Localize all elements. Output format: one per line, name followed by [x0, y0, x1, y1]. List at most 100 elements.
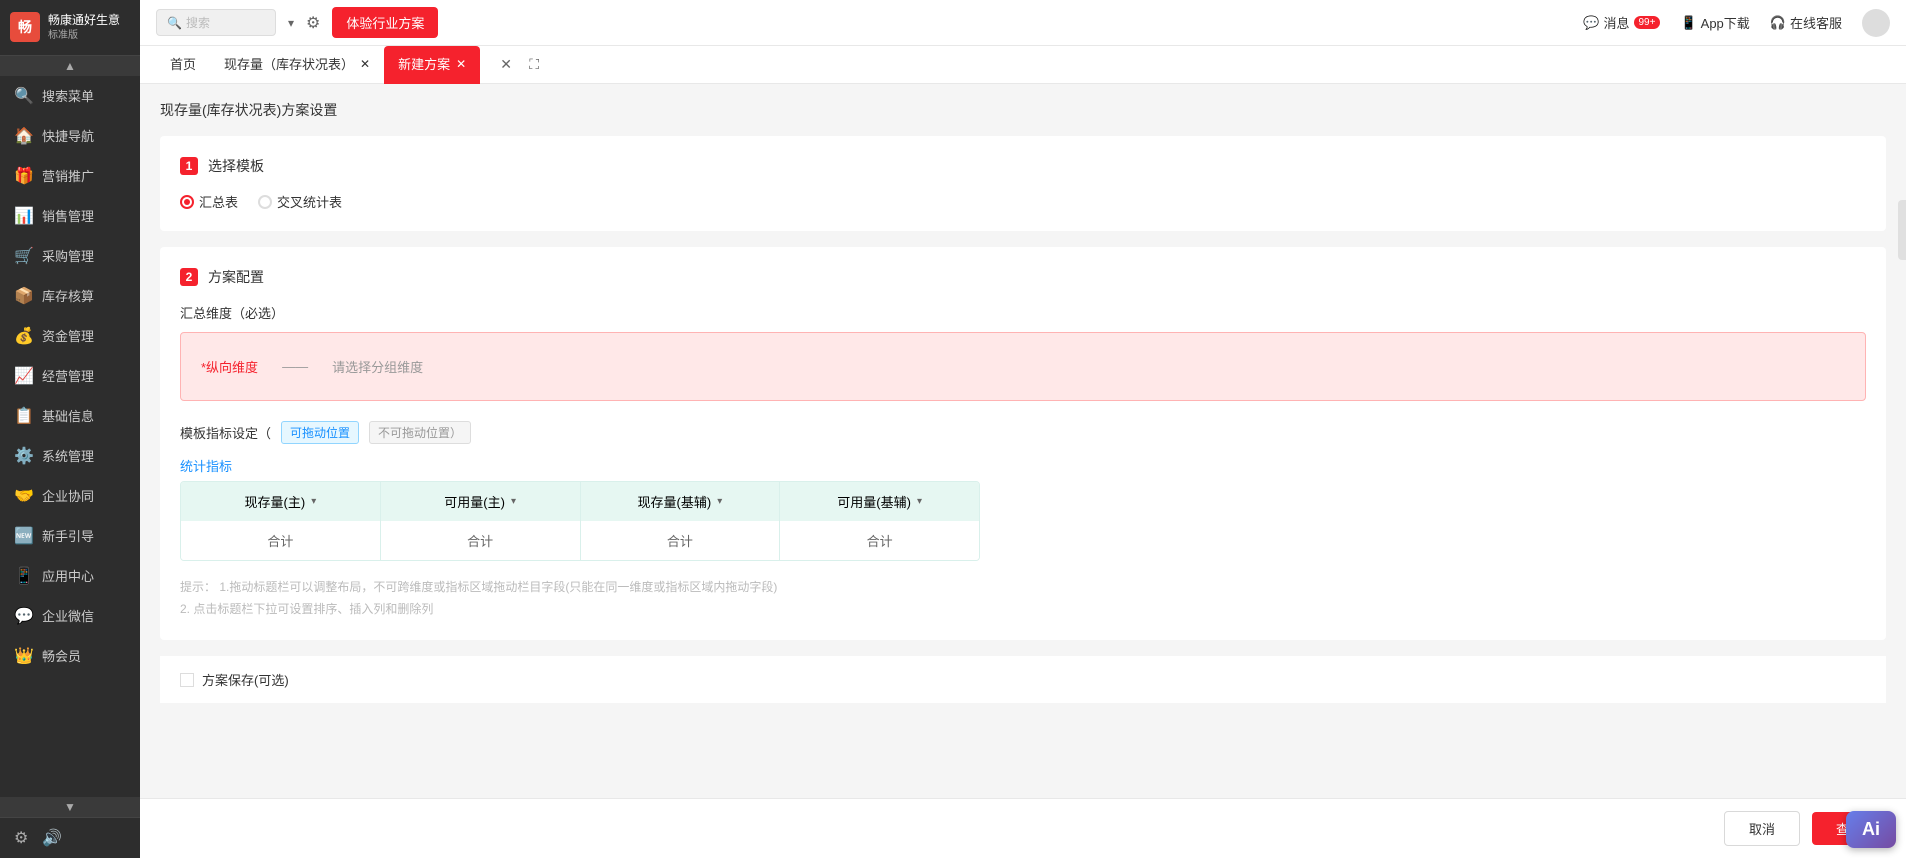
- search-placeholder: 搜索: [186, 14, 210, 31]
- cancel-button[interactable]: 取消: [1724, 811, 1800, 846]
- dimension-label: 汇总维度（必选）: [180, 303, 1866, 322]
- tab-inventory-status[interactable]: 现存量（库存状况表） ✕: [210, 46, 384, 84]
- settings-icon[interactable]: ⚙: [306, 13, 320, 33]
- save-section: 方案保存(可选): [160, 656, 1886, 703]
- dimension-box[interactable]: *纵向维度 —— 请选择分组维度: [180, 332, 1866, 401]
- search-box[interactable]: 🔍 搜索: [156, 9, 276, 36]
- sidebar-nav: 🔍 搜索菜单 🏠 快捷导航 🎁 营销推广 📊 销售管理 🛒 采购管理 📦 库存核…: [0, 76, 140, 797]
- sidebar-item-finance[interactable]: 💰 资金管理: [0, 316, 140, 356]
- content-area: 现存量(库存状况表)方案设置 1 选择模板 汇总表 交叉统计表 2: [140, 84, 1906, 798]
- tab-home-label: 首页: [170, 54, 196, 73]
- sidebar-item-wechat[interactable]: 💬 企业微信: [0, 596, 140, 636]
- stats-table: 现存量(主) ▾ 可用量(主) ▾ 现存量(基辅) ▾ 可用量(基辅): [180, 481, 980, 561]
- sidebar-item-newguide[interactable]: 🆕 新手引导: [0, 516, 140, 556]
- radio-cross-label: 交叉统计表: [277, 192, 342, 211]
- stats-col-3-body: 合计: [581, 521, 781, 560]
- sidebar-scroll-up[interactable]: ▲: [0, 56, 140, 76]
- tab-home[interactable]: 首页: [156, 46, 210, 84]
- chart-icon: 📊: [14, 206, 34, 226]
- sidebar-item-inventory[interactable]: 📦 库存核算: [0, 276, 140, 316]
- dimension-required: *纵向维度: [201, 357, 258, 376]
- tab-inventory-close-icon[interactable]: ✕: [360, 57, 370, 71]
- save-checkbox[interactable]: [180, 673, 194, 687]
- tab-new-plan-label: 新建方案: [398, 54, 450, 73]
- box-icon: 📦: [14, 286, 34, 306]
- online-service-item[interactable]: 🎧 在线客服: [1770, 13, 1842, 32]
- sidebar-item-purchase[interactable]: 🛒 采购管理: [0, 236, 140, 276]
- chevron-down-icon[interactable]: ▾: [917, 496, 922, 507]
- template-radio-group: 汇总表 交叉统计表: [180, 192, 1866, 211]
- sidebar-item-operation[interactable]: 📈 经营管理: [0, 356, 140, 396]
- ai-label: Ai: [1862, 819, 1880, 839]
- resize-handle[interactable]: [1898, 200, 1906, 260]
- window-controls: ✕ ⛶: [488, 55, 544, 75]
- tip-2: 2. 点击标题栏下拉可设置排序、插入列和删除列: [180, 599, 1866, 621]
- radio-summary[interactable]: 汇总表: [180, 192, 238, 211]
- avatar[interactable]: [1862, 9, 1890, 37]
- stats-col-2-header[interactable]: 可用量(主) ▾: [381, 482, 581, 521]
- expand-window-icon[interactable]: ⛶: [524, 55, 544, 75]
- stats-table-body: 合计 合计 合计 合计: [181, 521, 979, 560]
- brand-logo: 畅: [10, 12, 40, 42]
- crown-icon: 👑: [14, 646, 34, 666]
- app-download-item[interactable]: 📱 App下载: [1680, 13, 1749, 32]
- radio-cross[interactable]: 交叉统计表: [258, 192, 342, 211]
- new-icon: 🆕: [14, 526, 34, 546]
- indicator-settings-label: 模板指标设定（: [180, 423, 271, 442]
- tab-inventory-label: 现存量（库存状况表）: [224, 54, 354, 73]
- stats-col-1-header[interactable]: 现存量(主) ▾: [181, 482, 381, 521]
- handshake-icon: 🤝: [14, 486, 34, 506]
- tab-new-plan[interactable]: 新建方案 ✕: [384, 46, 480, 84]
- sidebar-item-label: 企业协同: [42, 486, 94, 505]
- message-item[interactable]: 💬 消息 99+: [1583, 13, 1660, 32]
- radio-cross-dot: [258, 195, 272, 209]
- stats-col-4-header[interactable]: 可用量(基辅) ▾: [780, 482, 979, 521]
- sidebar-item-label: 营销推广: [42, 166, 94, 185]
- sidebar-item-enterprise[interactable]: 🤝 企业协同: [0, 476, 140, 516]
- section2-title: 方案配置: [208, 267, 264, 287]
- message-badge: 99+: [1634, 16, 1661, 29]
- section2-number: 2: [180, 268, 198, 286]
- sidebar-item-quicknav[interactable]: 🏠 快捷导航: [0, 116, 140, 156]
- close-window-icon[interactable]: ✕: [496, 55, 516, 75]
- sidebar-item-sales[interactable]: 📊 销售管理: [0, 196, 140, 236]
- money-icon: 💰: [14, 326, 34, 346]
- topbar-right: 💬 消息 99+ 📱 App下载 🎧 在线客服: [1583, 9, 1890, 37]
- sidebar-item-label: 畅会员: [42, 646, 81, 665]
- main-area: 🔍 搜索 ▾ ⚙ 体验行业方案 💬 消息 99+ 📱 App下载 🎧 在线客服: [140, 0, 1906, 858]
- phone-icon: 📱: [14, 566, 34, 586]
- sidebar-item-label: 经营管理: [42, 366, 94, 385]
- tab-new-plan-close-icon[interactable]: ✕: [456, 57, 466, 71]
- radio-summary-dot: [180, 195, 194, 209]
- dropdown-arrow-icon[interactable]: ▾: [288, 16, 294, 30]
- settings-footer-icon[interactable]: ⚙: [14, 828, 28, 848]
- stats-col-1-label: 现存量(主): [245, 492, 306, 511]
- save-label: 方案保存(可选): [202, 670, 289, 689]
- stats-col-3-header[interactable]: 现存量(基辅) ▾: [581, 482, 781, 521]
- stats-col-4-body: 合计: [780, 521, 979, 560]
- footer-bar: 取消 查询: [140, 798, 1906, 858]
- sidebar-item-appcenter[interactable]: 📱 应用中心: [0, 556, 140, 596]
- chevron-down-icon[interactable]: ▾: [511, 496, 516, 507]
- chevron-down-icon[interactable]: ▾: [311, 496, 316, 507]
- sidebar-item-system[interactable]: ⚙️ 系统管理: [0, 436, 140, 476]
- sound-footer-icon[interactable]: 🔊: [42, 828, 62, 848]
- sidebar-item-marketing[interactable]: 🎁 营销推广: [0, 156, 140, 196]
- headset-icon: 🎧: [1770, 15, 1786, 31]
- ai-button[interactable]: Ai: [1846, 811, 1896, 848]
- tabs-bar: 首页 现存量（库存状况表） ✕ 新建方案 ✕ ✕ ⛶: [140, 46, 1906, 84]
- sidebar-item-basic[interactable]: 📋 基础信息: [0, 396, 140, 436]
- sidebar-item-member[interactable]: 👑 畅会员: [0, 636, 140, 676]
- sidebar: 畅 畅康通好生意 标准版 ▲ 🔍 搜索菜单 🏠 快捷导航 🎁 营销推广 📊 销售…: [0, 0, 140, 858]
- indicator-settings: 模板指标设定（ 可拖动位置 不可拖动位置）: [180, 421, 1866, 444]
- stats-col-2-label: 可用量(主): [444, 492, 505, 511]
- radio-summary-label: 汇总表: [199, 192, 238, 211]
- sidebar-item-label: 基础信息: [42, 406, 94, 425]
- sidebar-scroll-down[interactable]: ▼: [0, 797, 140, 817]
- experience-btn[interactable]: 体验行业方案: [332, 7, 438, 38]
- sidebar-item-search[interactable]: 🔍 搜索菜单: [0, 76, 140, 116]
- brand-text: 畅康通好生意 标准版: [48, 12, 120, 43]
- online-service-label: 在线客服: [1790, 13, 1842, 32]
- chevron-down-icon[interactable]: ▾: [717, 496, 722, 507]
- dimension-separator: ——: [282, 359, 308, 374]
